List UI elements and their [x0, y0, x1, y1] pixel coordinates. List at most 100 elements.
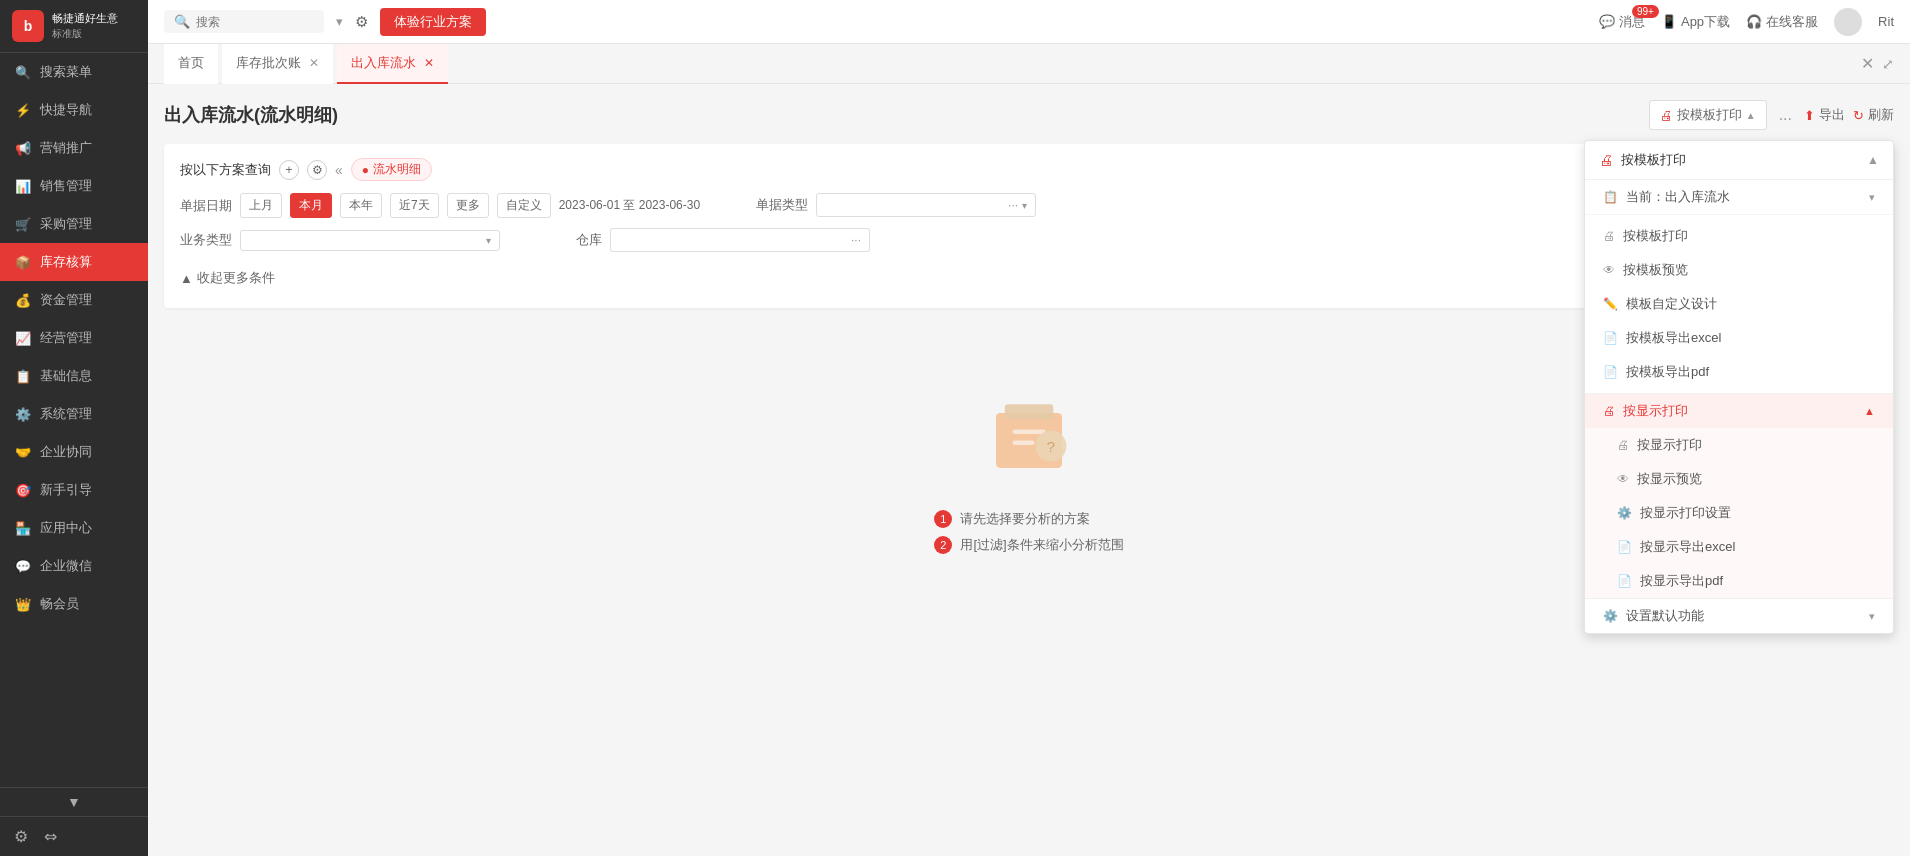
sidebar-item-basic[interactable]: 📋 基础信息	[0, 357, 148, 395]
business-type-select[interactable]: ▾	[240, 230, 500, 251]
dropdown-item-template-print[interactable]: 🖨 按模板打印	[1585, 219, 1893, 253]
sidebar-logo-sub: 标准版	[52, 27, 118, 41]
sidebar-item-member[interactable]: 👑 畅会员	[0, 585, 148, 623]
dropdown-item-template-custom[interactable]: ✏️ 模板自定义设计	[1585, 287, 1893, 321]
print-btn[interactable]: 🖨 按模板打印 ▲	[1649, 100, 1767, 130]
tab-inout-close-icon[interactable]: ✕	[424, 56, 434, 70]
bill-type-select[interactable]: ··· ▾	[816, 193, 1036, 217]
sidebar-item-inventory[interactable]: 📦 库存核算	[0, 243, 148, 281]
sidebar-item-system[interactable]: ⚙️ 系统管理	[0, 395, 148, 433]
date-more-btn[interactable]: 更多	[447, 193, 489, 218]
username-label[interactable]: Rit	[1878, 14, 1894, 29]
sidebar-item-operations[interactable]: 📈 经营管理	[0, 319, 148, 357]
message-btn[interactable]: 💬 消息 99+	[1599, 13, 1645, 31]
sidebar-item-guide[interactable]: 🎯 新手引导	[0, 471, 148, 509]
display-section-arrow-icon: ▲	[1864, 405, 1875, 417]
member-icon: 👑	[14, 597, 32, 612]
svg-rect-2	[1013, 430, 1046, 434]
date-last-month-btn[interactable]: 上月	[240, 193, 282, 218]
tab-batch-account[interactable]: 库存批次账 ✕	[222, 44, 333, 84]
tab-batch-label: 库存批次账	[236, 54, 301, 72]
online-service-btn[interactable]: 🎧 在线客服	[1746, 13, 1818, 31]
page-content: 出入库流水(流水明细) 🖨 按模板打印 ▲ ... ⬆ 导出 ↻ 刷新	[148, 84, 1910, 856]
dropdown-display-section-header[interactable]: 🖨 按显示打印 ▲	[1585, 394, 1893, 428]
date-range-display: 2023-06-01 至 2023-06-30	[559, 197, 700, 214]
footer-label: 设置默认功能	[1626, 607, 1704, 625]
dropdown-item-display-print[interactable]: 🖨 按显示打印	[1585, 428, 1893, 462]
sidebar-item-search[interactable]: 🔍 搜索菜单	[0, 53, 148, 91]
trial-button[interactable]: 体验行业方案	[380, 8, 486, 36]
sidebar-item-shortcut[interactable]: ⚡ 快捷导航	[0, 91, 148, 129]
template-pdf-icon: 📄	[1603, 365, 1618, 379]
dropdown-current-label: 当前：出入库流水	[1626, 188, 1730, 206]
sidebar-item-purchase[interactable]: 🛒 采购管理	[0, 205, 148, 243]
dropdown-title: 按模板打印	[1621, 151, 1686, 169]
dropdown-item-template-pdf[interactable]: 📄 按模板导出pdf	[1585, 355, 1893, 389]
date-filter-field: 单据日期 上月 本月 本年 近7天 更多 自定义 2023-06-01 至 20…	[180, 193, 700, 218]
sidebar-item-apps[interactable]: 🏪 应用中心	[0, 509, 148, 547]
date-current-month-btn[interactable]: 本月	[290, 193, 332, 218]
svg-text:?: ?	[1047, 438, 1056, 455]
refresh-btn[interactable]: ↻ 刷新	[1853, 106, 1894, 124]
filter-tag-label: 流水明细	[373, 161, 421, 178]
dropdown-header-arrow-icon[interactable]: ▲	[1867, 153, 1879, 167]
bill-type-label: 单据类型	[756, 196, 808, 214]
display-print-icon: 🖨	[1617, 438, 1629, 452]
filter-settings-btn[interactable]: ⚙	[307, 160, 327, 180]
dropdown-item-display-excel[interactable]: 📄 按显示导出excel	[1585, 530, 1893, 564]
date-current-year-btn[interactable]: 本年	[340, 193, 382, 218]
tabs-bar: 首页 库存批次账 ✕ 出入库流水 ✕ ✕ ⤢	[148, 44, 1910, 84]
bill-type-more-icon: ···	[1008, 198, 1018, 212]
dropdown-template-section: 🖨 按模板打印 👁 按模板预览 ✏️ 模板自定义设计 📄 按模板导出excel …	[1585, 215, 1893, 394]
tab-batch-close-icon[interactable]: ✕	[309, 56, 319, 70]
more-actions-btn[interactable]: ...	[1775, 106, 1796, 124]
tab-maximize-icon[interactable]: ⤢	[1882, 56, 1894, 72]
filter-tag[interactable]: ● 流水明细	[351, 158, 432, 181]
avatar[interactable]	[1834, 8, 1862, 36]
dropdown-item-display-preview[interactable]: 👁 按显示预览	[1585, 462, 1893, 496]
main: 🔍 ▾ ⚙ 体验行业方案 💬 消息 99+ 📱 App下载 🎧 在线客服 Rit	[148, 0, 1910, 856]
dropdown-item-template-excel[interactable]: 📄 按模板导出excel	[1585, 321, 1893, 355]
tab-home[interactable]: 首页	[164, 44, 218, 84]
filter-collapse-icon[interactable]: «	[335, 162, 343, 178]
display-section-label: 按显示打印	[1623, 402, 1688, 420]
dropdown-current[interactable]: 📋 当前：出入库流水 ▾	[1585, 180, 1893, 215]
sidebar-item-label: 库存核算	[40, 253, 92, 271]
display-pdf-icon: 📄	[1617, 574, 1632, 588]
export-btn[interactable]: ⬆ 导出	[1804, 106, 1845, 124]
topbar-search-box[interactable]: 🔍	[164, 10, 324, 33]
sidebar-item-marketing[interactable]: 📢 营销推广	[0, 129, 148, 167]
export-icon: ⬆	[1804, 108, 1815, 123]
dropdown-print-icon: 🖨	[1599, 152, 1613, 168]
dropdown-item-display-settings[interactable]: ⚙️ 按显示打印设置	[1585, 496, 1893, 530]
sidebar-item-finance[interactable]: 💰 资金管理	[0, 281, 148, 319]
tab-inout-flow[interactable]: 出入库流水 ✕	[337, 44, 448, 84]
app-download-btn[interactable]: 📱 App下载	[1661, 13, 1730, 31]
date-custom-btn[interactable]: 自定义	[497, 193, 551, 218]
dropdown-footer[interactable]: ⚙️ 设置默认功能 ▾	[1585, 599, 1893, 633]
collapse-btn[interactable]: ▲ 收起更多条件	[180, 269, 275, 287]
date-last-7-days-btn[interactable]: 近7天	[390, 193, 439, 218]
filter-add-btn[interactable]: +	[279, 160, 299, 180]
sidebar-item-sales[interactable]: 📊 销售管理	[0, 167, 148, 205]
tab-close-window-icon[interactable]: ✕	[1861, 54, 1874, 73]
settings-icon[interactable]: ⚙	[14, 827, 28, 846]
step-2-label: 用[过滤]条件来缩小分析范围	[960, 536, 1123, 554]
topbar-chevron-icon[interactable]: ▾	[336, 14, 343, 29]
bill-type-arrow-icon: ▾	[1022, 200, 1027, 211]
warehouse-select[interactable]: ···	[610, 228, 870, 252]
business-type-label: 业务类型	[180, 231, 232, 249]
basic-icon: 📋	[14, 369, 32, 384]
tab-actions: ✕ ⤢	[1861, 54, 1894, 73]
collapse-icon[interactable]: ⇔	[44, 827, 57, 846]
dropdown-display-items: 🖨 按显示打印 👁 按显示预览 ⚙️ 按显示打印设置 📄 按显示导出excel …	[1585, 428, 1893, 599]
dropdown-item-template-preview[interactable]: 👁 按模板预览	[1585, 253, 1893, 287]
sidebar-item-label: 销售管理	[40, 177, 92, 195]
dropdown-item-display-pdf[interactable]: 📄 按显示导出pdf	[1585, 564, 1893, 598]
apps-icon: 🏪	[14, 521, 32, 536]
sidebar-item-wechat[interactable]: 💬 企业微信	[0, 547, 148, 585]
app-download-icon: 📱	[1661, 14, 1677, 29]
topbar-gear-icon[interactable]: ⚙	[355, 13, 368, 31]
topbar-search-input[interactable]	[196, 15, 296, 29]
sidebar-item-collab[interactable]: 🤝 企业协同	[0, 433, 148, 471]
